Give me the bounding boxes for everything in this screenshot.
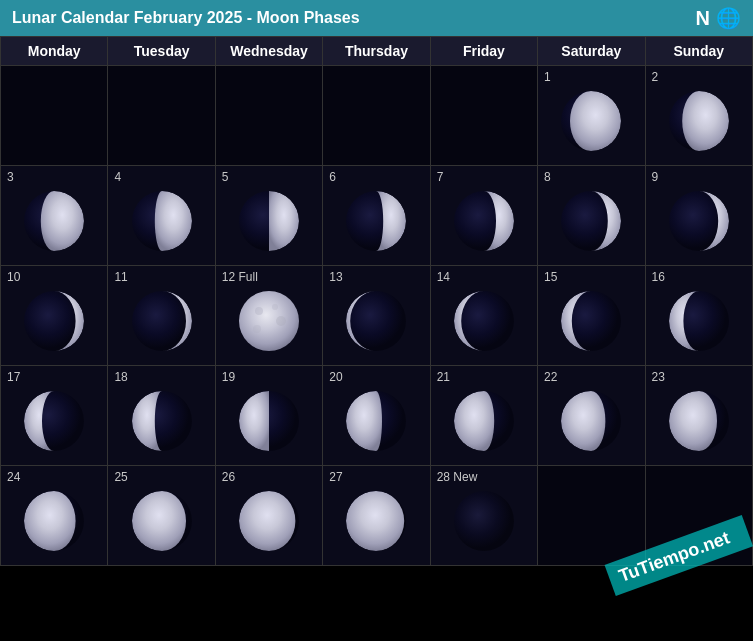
calendar-cell-11: 11 [108, 266, 215, 366]
calendar-cell-21: 21 [430, 366, 537, 466]
calendar-cell-18: 18 [108, 366, 215, 466]
calendar-cell-28 New: 28 New [430, 466, 537, 566]
globe-icon: 🌐 [716, 6, 741, 30]
svg-point-23 [255, 307, 263, 315]
svg-point-26 [253, 325, 261, 333]
cell-date-label: 3 [7, 170, 14, 184]
calendar-cell-empty [108, 66, 215, 166]
calendar-cell-26: 26 [215, 466, 322, 566]
moon-phase-icon [435, 170, 533, 261]
calendar-cell-4: 4 [108, 166, 215, 266]
day-header-thursday: Thursday [323, 37, 430, 66]
svg-point-25 [276, 316, 286, 326]
calendar-cell-17: 17 [1, 366, 108, 466]
cell-date-label: 22 [544, 370, 557, 384]
cell-date-label: 16 [652, 270, 665, 284]
moon-phase-icon [112, 170, 210, 261]
calendar-cell-15: 15 [538, 266, 645, 366]
cell-date-label: 20 [329, 370, 342, 384]
cell-date-label: 6 [329, 170, 336, 184]
calendar-wrapper: Monday Tuesday Wednesday Thursday Friday… [0, 36, 753, 566]
calendar-cell-2: 2 [645, 66, 752, 166]
week-row-4: 17 18 19 20 21 22 23 [1, 366, 753, 466]
cell-date-label: 26 [222, 470, 235, 484]
day-header-saturday: Saturday [538, 37, 645, 66]
calendar-cell-1: 1 [538, 66, 645, 166]
calendar-cell-empty [538, 466, 645, 566]
week-row-2: 3 4 5 6 7 8 9 [1, 166, 753, 266]
cell-date-label: 21 [437, 370, 450, 384]
cell-date-label: 24 [7, 470, 20, 484]
moon-phase-icon [5, 170, 103, 261]
calendar-cell-empty [430, 66, 537, 166]
day-header-wednesday: Wednesday [215, 37, 322, 66]
moon-phase-icon [650, 170, 748, 261]
calendar-cell-9: 9 [645, 166, 752, 266]
cell-date-label: 8 [544, 170, 551, 184]
n-icon: N [696, 7, 710, 30]
calendar-cell-13: 13 [323, 266, 430, 366]
calendar-cell-19: 19 [215, 366, 322, 466]
calendar-cell-12 Full: 12 Full [215, 266, 322, 366]
cell-date-label: 10 [7, 270, 20, 284]
calendar-cell-5: 5 [215, 166, 322, 266]
cell-date-label: 19 [222, 370, 235, 384]
cell-date-label: 5 [222, 170, 229, 184]
calendar-cell-23: 23 [645, 366, 752, 466]
cell-date-label: 18 [114, 370, 127, 384]
cell-date-label: 2 [652, 70, 659, 84]
cell-date-label: 27 [329, 470, 342, 484]
day-headers-row: Monday Tuesday Wednesday Thursday Friday… [1, 37, 753, 66]
cell-date-label: 23 [652, 370, 665, 384]
calendar-cell-3: 3 [1, 166, 108, 266]
cell-date-label: 25 [114, 470, 127, 484]
svg-point-57 [454, 491, 514, 551]
calendar-header: Lunar Calendar February 2025 - Moon Phas… [0, 0, 753, 36]
calendar-cell-20: 20 [323, 366, 430, 466]
svg-point-22 [239, 291, 299, 351]
cell-date-label: 28 New [437, 470, 478, 484]
calendar-cell-empty [1, 66, 108, 166]
cell-date-label: 12 Full [222, 270, 258, 284]
calendar-cell-27: 27 [323, 466, 430, 566]
cell-date-label: 13 [329, 270, 342, 284]
cell-date-label: 7 [437, 170, 444, 184]
moon-phase-icon [327, 170, 425, 261]
calendar-cell-6: 6 [323, 166, 430, 266]
day-header-sunday: Sunday [645, 37, 752, 66]
week-row-5: 24 25 26 27 28 New [1, 466, 753, 566]
moon-phase-icon [650, 70, 748, 161]
calendar-cell-empty [215, 66, 322, 166]
week-row-1: 1 2 [1, 66, 753, 166]
calendar-cell-14: 14 [430, 266, 537, 366]
week-row-3: 10 11 12 Full 13 14 15 16 [1, 266, 753, 366]
day-header-tuesday: Tuesday [108, 37, 215, 66]
calendar-cell-empty [645, 466, 752, 566]
calendar-cell-24: 24 [1, 466, 108, 566]
calendar-cell-10: 10 [1, 266, 108, 366]
cell-date-label: 17 [7, 370, 20, 384]
svg-point-24 [272, 304, 278, 310]
day-header-monday: Monday [1, 37, 108, 66]
calendar-cell-16: 16 [645, 266, 752, 366]
header-icons: N 🌐 [696, 6, 741, 30]
calendar-table: Monday Tuesday Wednesday Thursday Friday… [0, 36, 753, 566]
cell-date-label: 14 [437, 270, 450, 284]
calendar-cell-22: 22 [538, 366, 645, 466]
calendar-cell-empty [323, 66, 430, 166]
cell-date-label: 11 [114, 270, 127, 284]
calendar-cell-8: 8 [538, 166, 645, 266]
cell-date-label: 9 [652, 170, 659, 184]
cell-date-label: 15 [544, 270, 557, 284]
moon-phase-icon [542, 70, 640, 161]
cell-date-label: 4 [114, 170, 121, 184]
calendar-cell-25: 25 [108, 466, 215, 566]
moon-phase-icon [542, 170, 640, 261]
calendar-cell-7: 7 [430, 166, 537, 266]
moon-phase-icon [220, 170, 318, 261]
cell-date-label: 1 [544, 70, 551, 84]
header-title: Lunar Calendar February 2025 - Moon Phas… [12, 9, 360, 27]
day-header-friday: Friday [430, 37, 537, 66]
